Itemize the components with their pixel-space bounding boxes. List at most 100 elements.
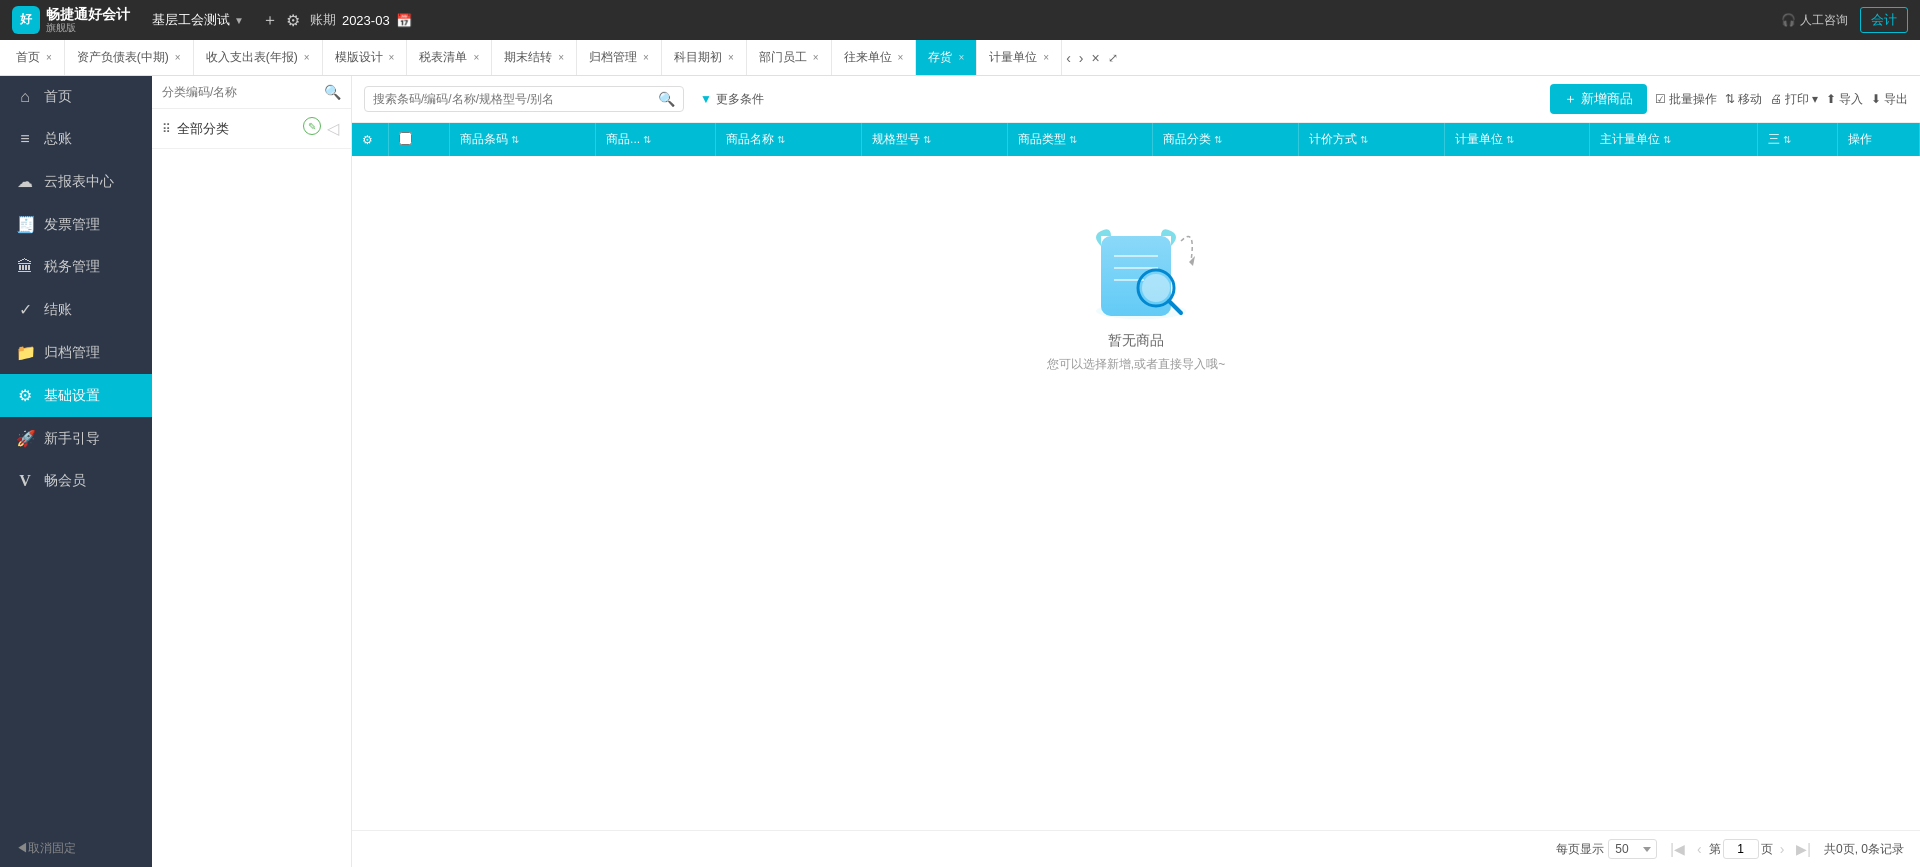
tab-prev-button[interactable]: ‹: [1062, 50, 1075, 66]
next-page-button[interactable]: ›: [1775, 839, 1790, 859]
filter-icon: ▼: [700, 92, 712, 106]
tab-close-icon[interactable]: ×: [175, 52, 181, 63]
import-label: 导入: [1839, 91, 1863, 108]
tab-balance-sheet[interactable]: 资产负债表(中期) ×: [65, 40, 194, 75]
workspace-selector[interactable]: 基层工会测试 ▼: [152, 11, 244, 29]
tab-inventory[interactable]: 存货 ×: [916, 40, 977, 75]
product-search-input[interactable]: [373, 92, 654, 106]
category-all-label[interactable]: 全部分类: [177, 120, 229, 138]
table-header-main-unit[interactable]: 主计量单位 ⇅: [1590, 123, 1758, 156]
table-header-price-method[interactable]: 计价方式 ⇅: [1298, 123, 1444, 156]
tab-close-icon[interactable]: ×: [958, 52, 964, 63]
more-filter-button[interactable]: ▼ 更多条件: [692, 87, 772, 112]
table-area: ⚙ 商品条码 ⇅: [352, 123, 1920, 867]
tab-close-icon[interactable]: ×: [1043, 52, 1049, 63]
sidebar-item-label: 税务管理: [44, 258, 100, 276]
sidebar-item-cloud-report[interactable]: ☁ 云报表中心: [0, 160, 152, 203]
tab-close-icon[interactable]: ×: [558, 52, 564, 63]
category-collapse-button[interactable]: ◁: [325, 117, 341, 140]
tab-close-icon[interactable]: ×: [898, 52, 904, 63]
right-panel: 🔍 ▼ 更多条件 ＋ 新增商品 ☑ 批量操作: [352, 76, 1920, 867]
add-tab-button[interactable]: ＋: [262, 10, 278, 31]
sidebar-item-archive[interactable]: 📁 归档管理: [0, 331, 152, 374]
content-inner: 🔍 ⠿ 全部分类 ✎ ◁ 🔍: [152, 76, 1920, 867]
select-all-checkbox[interactable]: [399, 132, 412, 145]
tab-close-icon[interactable]: ×: [46, 52, 52, 63]
move-button[interactable]: ⇅ 移动: [1725, 91, 1762, 108]
add-icon: ＋: [1564, 90, 1577, 108]
tab-close-icon[interactable]: ×: [473, 52, 479, 63]
tab-close-all-button[interactable]: ×: [1087, 50, 1103, 66]
tab-close-icon[interactable]: ×: [643, 52, 649, 63]
settings-icon[interactable]: ⚙: [286, 11, 300, 30]
first-page-button[interactable]: |◀: [1665, 839, 1690, 859]
table-header-code[interactable]: 商品... ⇅: [596, 123, 716, 156]
batch-operation-button[interactable]: ☑ 批量操作: [1655, 91, 1717, 108]
accountant-button[interactable]: 会计: [1860, 7, 1908, 33]
tab-income-statement[interactable]: 收入支出表(年报) ×: [194, 40, 323, 75]
sidebar-item-guide[interactable]: 🚀 新手引导: [0, 417, 152, 460]
category-search-bar: 🔍: [152, 76, 351, 109]
import-button[interactable]: ⬆ 导入: [1826, 91, 1863, 108]
print-icon: 🖨: [1770, 92, 1782, 106]
headset-icon: 🎧: [1781, 13, 1796, 27]
table-header-category[interactable]: 商品分类 ⇅: [1153, 123, 1299, 156]
tab-template-design[interactable]: 模版设计 ×: [323, 40, 408, 75]
table-header-checkbox[interactable]: [388, 123, 450, 156]
left-panel: 🔍 ⠿ 全部分类 ✎ ◁: [152, 76, 352, 867]
tab-unit[interactable]: 计量单位 ×: [977, 40, 1062, 75]
tab-counterpart[interactable]: 往来单位 ×: [832, 40, 917, 75]
tab-tax-list[interactable]: 税表清单 ×: [407, 40, 492, 75]
svg-point-7: [1142, 274, 1170, 302]
tab-home[interactable]: 首页 ×: [4, 40, 65, 75]
tab-close-icon[interactable]: ×: [304, 52, 310, 63]
empty-illustration: [1076, 216, 1196, 316]
pagination-bar: 每页显示 20 50 100 |◀ ‹ 第 页: [352, 830, 1920, 867]
sidebar-unpin-button[interactable]: ◀取消固定: [0, 830, 152, 867]
search-icon[interactable]: 🔍: [658, 91, 675, 107]
calendar-icon[interactable]: 📅: [396, 13, 412, 28]
sidebar-item-label: 云报表中心: [44, 173, 114, 191]
sidebar-item-ledger[interactable]: ≡ 总账: [0, 118, 152, 160]
table-header-type[interactable]: 商品类型 ⇅: [1007, 123, 1153, 156]
table-header-name[interactable]: 商品名称 ⇅: [716, 123, 862, 156]
sidebar-item-label: 归档管理: [44, 344, 100, 362]
sidebar-item-close-account[interactable]: ✓ 结账: [0, 288, 152, 331]
page-size-select[interactable]: 20 50 100: [1608, 839, 1657, 859]
sidebar-item-invoice[interactable]: 🧾 发票管理: [0, 203, 152, 246]
add-product-button[interactable]: ＋ 新增商品: [1550, 84, 1647, 114]
page-number-input[interactable]: [1723, 839, 1759, 859]
table-container[interactable]: ⚙ 商品条码 ⇅: [352, 123, 1920, 830]
prev-page-button[interactable]: ‹: [1692, 839, 1707, 859]
last-page-button[interactable]: ▶|: [1791, 839, 1816, 859]
tab-dept-staff[interactable]: 部门员工 ×: [747, 40, 832, 75]
period-value[interactable]: 2023-03: [342, 13, 390, 28]
sidebar-item-tax[interactable]: 🏛 税务管理: [0, 246, 152, 288]
tab-close-icon[interactable]: ×: [728, 52, 734, 63]
sidebar-item-member[interactable]: V 畅会员: [0, 460, 152, 502]
page-size-selector: 每页显示 20 50 100: [1556, 839, 1657, 859]
tab-close-icon[interactable]: ×: [389, 52, 395, 63]
category-edit-button[interactable]: ✎: [303, 117, 321, 135]
tab-next-button[interactable]: ›: [1075, 50, 1088, 66]
help-button[interactable]: 🎧 人工咨询: [1781, 12, 1848, 29]
tab-close-icon[interactable]: ×: [813, 52, 819, 63]
sidebar-item-basic-settings[interactable]: ⚙ 基础设置: [0, 374, 152, 417]
tab-archive[interactable]: 归档管理 ×: [577, 40, 662, 75]
category-search-input[interactable]: [162, 85, 318, 99]
table-header-unit[interactable]: 计量单位 ⇅: [1444, 123, 1590, 156]
table-header-extra[interactable]: 三 ⇅: [1757, 123, 1837, 156]
table-header-spec[interactable]: 规格型号 ⇅: [861, 123, 1007, 156]
table-header-settings[interactable]: ⚙: [352, 123, 388, 156]
tab-subject-init[interactable]: 科目期初 ×: [662, 40, 747, 75]
chevron-down-icon: ▼: [234, 15, 244, 26]
sidebar-item-home[interactable]: ⌂ 首页: [0, 76, 152, 118]
cloud-icon: ☁: [16, 172, 34, 191]
search-icon[interactable]: 🔍: [324, 84, 341, 100]
export-button[interactable]: ⬇ 导出: [1871, 91, 1908, 108]
tab-period-transfer[interactable]: 期末结转 ×: [492, 40, 577, 75]
print-button[interactable]: 🖨 打印 ▾: [1770, 91, 1818, 108]
table-header-barcode[interactable]: 商品条码 ⇅: [450, 123, 596, 156]
tab-expand-button[interactable]: ⤢: [1104, 51, 1122, 65]
category-header: ⠿ 全部分类 ✎ ◁: [152, 109, 351, 149]
